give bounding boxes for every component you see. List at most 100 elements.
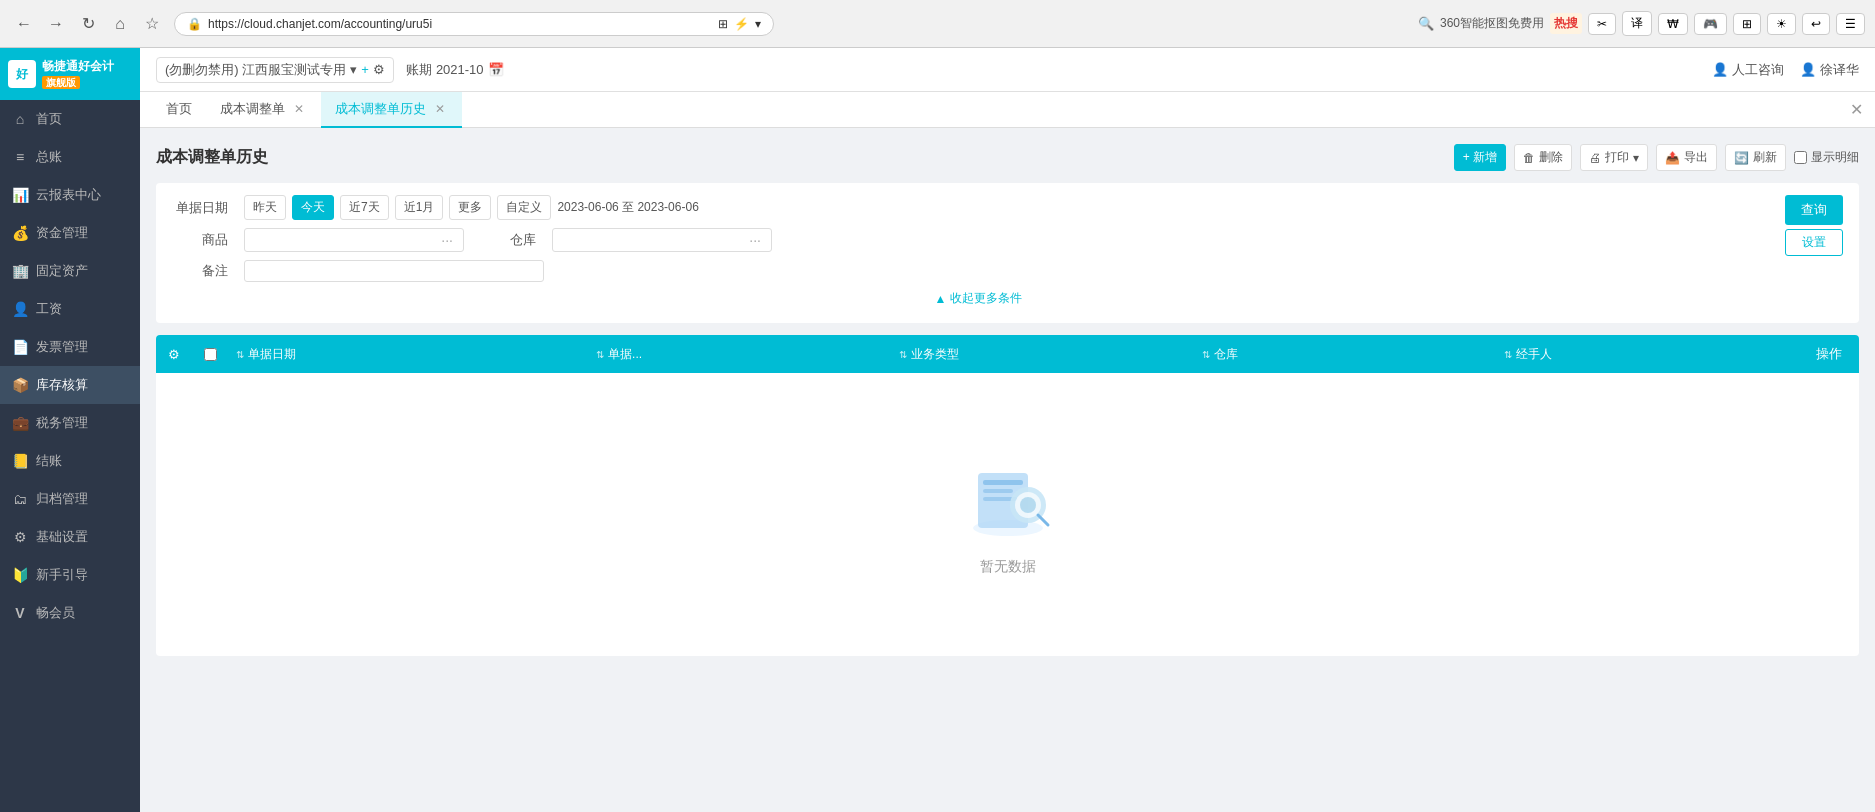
customer-service-btn[interactable]: 👤 人工咨询: [1712, 61, 1784, 79]
cut-tool[interactable]: ✂: [1588, 13, 1616, 35]
plus-icon: +: [361, 62, 369, 77]
sidebar-item-guide[interactable]: 🔰 新手引导: [0, 556, 140, 594]
home-button[interactable]: ⌂: [106, 10, 134, 38]
note-input[interactable]: [244, 260, 544, 282]
logo-text-container: 畅捷通好会计 旗舰版: [42, 58, 114, 90]
th-action: 操作: [1799, 345, 1859, 363]
th-handler[interactable]: ⇅ 经手人: [1496, 346, 1799, 363]
th-warehouse[interactable]: ⇅ 仓库: [1194, 346, 1497, 363]
user-name: 徐译华: [1820, 61, 1859, 79]
date-btn-7days[interactable]: 近7天: [340, 195, 389, 220]
date-label: 单据日期: [172, 199, 228, 217]
query-button[interactable]: 查询: [1785, 195, 1843, 225]
goods-selector[interactable]: ···: [244, 228, 464, 252]
show-cols-toggle[interactable]: 显示明细: [1794, 149, 1859, 166]
select-all-checkbox[interactable]: [204, 348, 217, 361]
sort-icon-date: ⇅: [236, 349, 244, 360]
refresh-button[interactable]: 🔄 刷新: [1725, 144, 1786, 171]
new-button[interactable]: + 新增: [1454, 144, 1506, 171]
delete-button[interactable]: 🗑 删除: [1514, 144, 1572, 171]
sidebar-logo: 好 畅捷通好会计 旗舰版: [0, 48, 140, 100]
sidebar-item-fixed-assets[interactable]: 🏢 固定资产: [0, 252, 140, 290]
date-buttons-group: 昨天 今天 近7天 近1月 更多 自定义 2023-06-06 至 2023-0…: [244, 195, 699, 220]
th-type-label: 业务类型: [911, 346, 959, 363]
sidebar-item-tax[interactable]: 💼 税务管理: [0, 404, 140, 442]
export-button[interactable]: 📤 导出: [1656, 144, 1717, 171]
top-bar-right: 👤 人工咨询 👤 徐译华: [1712, 61, 1859, 79]
print-button[interactable]: 🖨 打印 ▾: [1580, 144, 1648, 171]
th-handler-label: 经手人: [1516, 346, 1552, 363]
tab-home[interactable]: 首页: [152, 92, 206, 128]
th-date[interactable]: ⇅ 单据日期: [228, 346, 588, 363]
sidebar-item-salary[interactable]: 👤 工资: [0, 290, 140, 328]
filter-action-col: 查询 设置: [1785, 195, 1843, 256]
sidebar-item-invoice[interactable]: 📄 发票管理: [0, 328, 140, 366]
sidebar-item-member[interactable]: V 畅会员: [0, 594, 140, 632]
account-name: (勿删勿禁用) 江西服宝测试专用: [165, 61, 346, 79]
th-settings[interactable]: ⚙: [156, 347, 192, 362]
sidebar-item-closing[interactable]: 📒 结账: [0, 442, 140, 480]
back-button[interactable]: ←: [10, 10, 38, 38]
table-container: ⚙ ⇅ 单据日期 ⇅ 单据... ⇅ 业务类型: [156, 335, 1859, 656]
date-btn-today[interactable]: 今天: [292, 195, 334, 220]
menu-tool[interactable]: ☰: [1836, 13, 1865, 35]
settings-button[interactable]: 设置: [1785, 229, 1843, 256]
goods-more-icon: ···: [441, 232, 453, 248]
sun-tool[interactable]: ☀: [1767, 13, 1796, 35]
empty-state: 暂无数据: [156, 373, 1859, 656]
show-cols-checkbox-input[interactable]: [1794, 151, 1807, 164]
main-content: (勿删勿禁用) 江西服宝测试专用 ▾ + ⚙ 账期 2021-10 📅 👤 人工…: [140, 48, 1875, 812]
tab-cost-history[interactable]: 成本调整单历史 ✕: [321, 92, 462, 128]
sidebar-item-fund[interactable]: 💰 资金管理: [0, 214, 140, 252]
wallet-tool[interactable]: ₩: [1658, 13, 1688, 35]
filter-note-row: 备注: [172, 260, 1785, 282]
chevron-up-icon: ▲: [935, 292, 947, 306]
th-checkbox[interactable]: [192, 348, 228, 361]
tab-cost-adjustment[interactable]: 成本调整单 ✕: [206, 92, 321, 128]
top-bar-left: (勿删勿禁用) 江西服宝测试专用 ▾ + ⚙ 账期 2021-10 📅: [156, 57, 504, 83]
tab-bar-right: ✕: [1850, 100, 1863, 119]
date-btn-more[interactable]: 更多: [449, 195, 491, 220]
sidebar-item-archive[interactable]: 🗂 归档管理: [0, 480, 140, 518]
grid-tool[interactable]: ⊞: [1733, 13, 1761, 35]
lightning-icon: ⚡: [734, 17, 749, 31]
browser-tools: 🔍 360智能抠图免费用 热搜 ✂ 译 ₩ 🎮 ⊞ ☀ ↩ ☰: [1418, 11, 1865, 36]
warehouse-selector[interactable]: ···: [552, 228, 772, 252]
chart-icon: 📊: [12, 187, 28, 203]
building-icon: 🏢: [12, 263, 28, 279]
avatar-icon: 👤: [1800, 62, 1816, 77]
th-type[interactable]: ⇅ 业务类型: [891, 346, 1194, 363]
close-all-icon[interactable]: ✕: [1850, 100, 1863, 119]
translate-tool[interactable]: 译: [1622, 11, 1652, 36]
tab-history-close[interactable]: ✕: [432, 101, 448, 117]
sidebar-edition: 旗舰版: [42, 76, 80, 89]
url-text: https://cloud.chanjet.com/accounting/uru…: [208, 17, 432, 31]
account-selector[interactable]: (勿删勿禁用) 江西服宝测试专用 ▾ + ⚙: [156, 57, 394, 83]
date-btn-1month[interactable]: 近1月: [395, 195, 444, 220]
date-btn-yesterday[interactable]: 昨天: [244, 195, 286, 220]
sidebar-item-inventory[interactable]: 📦 库存核算: [0, 366, 140, 404]
sidebar-item-label: 税务管理: [36, 414, 88, 432]
collapse-button[interactable]: ▲ 收起更多条件: [935, 290, 1023, 307]
bookmark-button[interactable]: ☆: [138, 10, 166, 38]
page-actions: + 新增 🗑 删除 🖨 打印 ▾ 📤 导出 🔄: [1454, 144, 1859, 171]
forward-button[interactable]: →: [42, 10, 70, 38]
reload-button[interactable]: ↻: [74, 10, 102, 38]
page-header: 成本调整单历史 + 新增 🗑 删除 🖨 打印 ▾ 📤 导出: [156, 144, 1859, 171]
sidebar-item-cloud-reports[interactable]: 📊 云报表中心: [0, 176, 140, 214]
sidebar-item-ledger[interactable]: ≡ 总账: [0, 138, 140, 176]
address-bar[interactable]: 🔒 https://cloud.chanjet.com/accounting/u…: [174, 12, 774, 36]
th-warehouse-label: 仓库: [1214, 346, 1238, 363]
browser-chrome: ← → ↻ ⌂ ☆ 🔒 https://cloud.chanjet.com/ac…: [0, 0, 1875, 48]
show-cols-label: 显示明细: [1811, 149, 1859, 166]
tab-cost-close[interactable]: ✕: [291, 101, 307, 117]
th-no[interactable]: ⇅ 单据...: [588, 346, 891, 363]
sidebar-item-home[interactable]: ⌂ 首页: [0, 100, 140, 138]
period-value: 2021-10: [436, 62, 484, 77]
user-profile-btn[interactable]: 👤 徐译华: [1800, 61, 1859, 79]
undo-tool[interactable]: ↩: [1802, 13, 1830, 35]
date-btn-custom[interactable]: 自定义: [497, 195, 551, 220]
sidebar-item-settings[interactable]: ⚙ 基础设置: [0, 518, 140, 556]
game-tool[interactable]: 🎮: [1694, 13, 1727, 35]
sort-icon-handler: ⇅: [1504, 349, 1512, 360]
